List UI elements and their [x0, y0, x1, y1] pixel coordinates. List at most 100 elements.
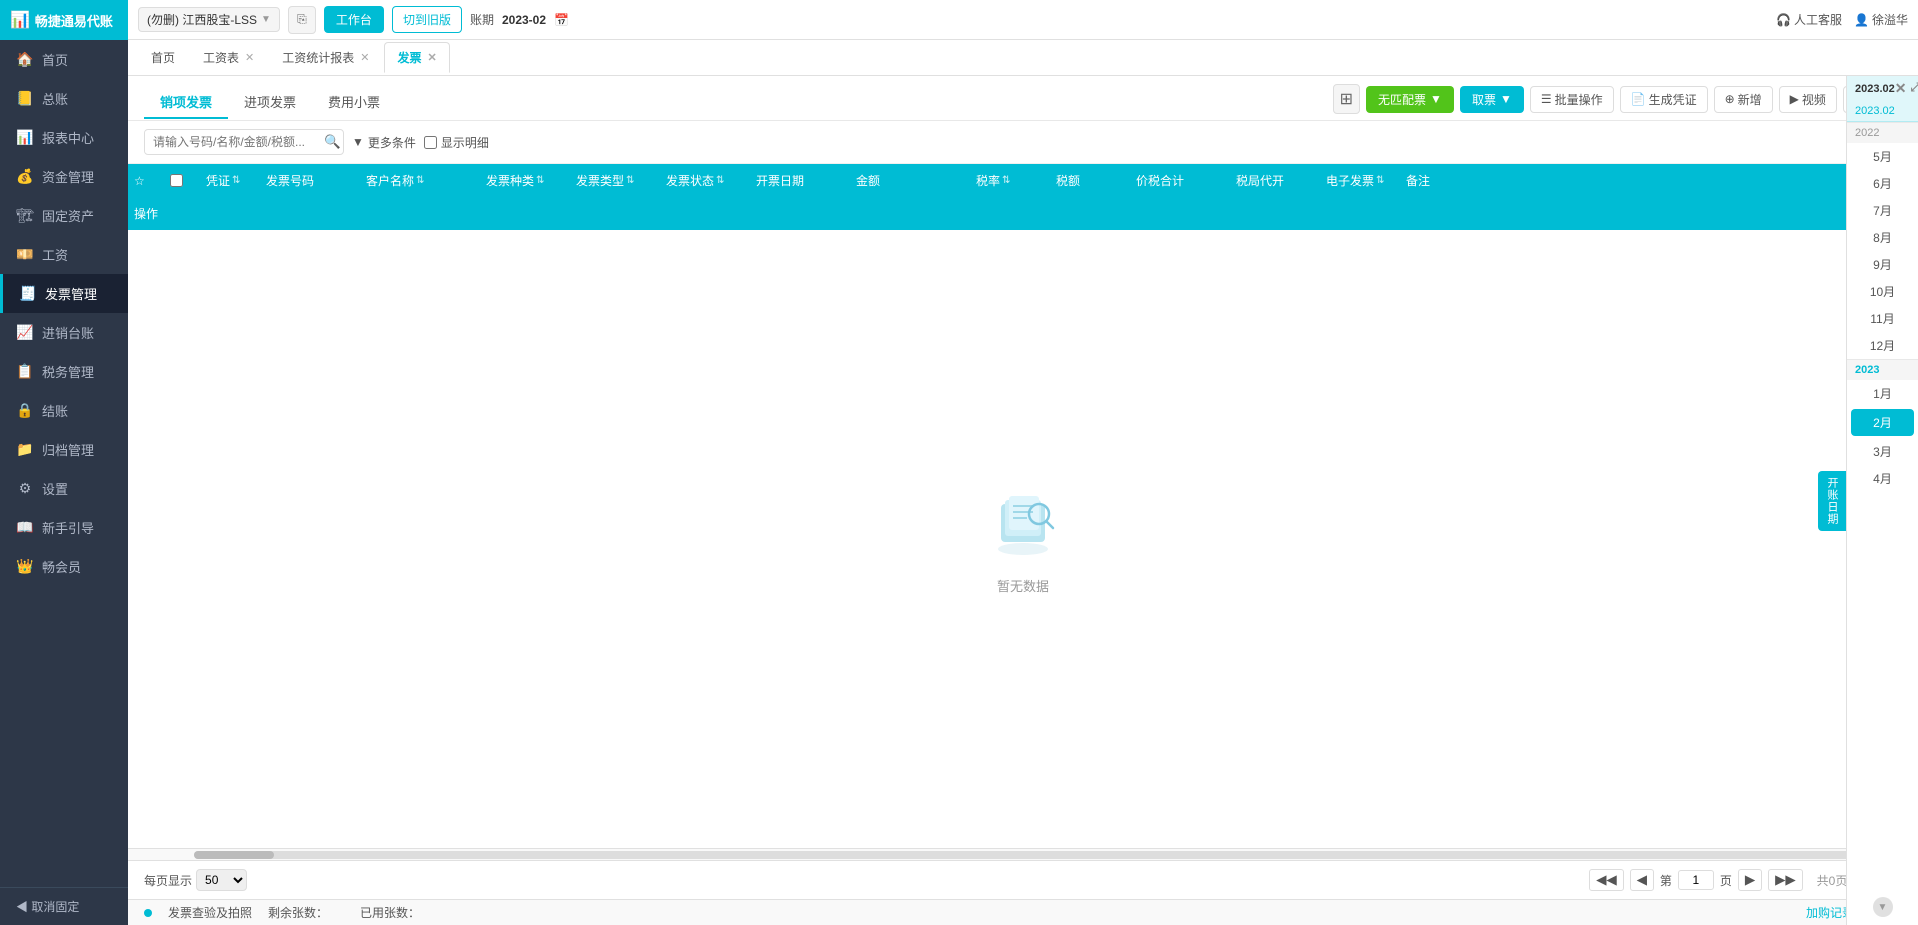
- show-detail-checkbox[interactable]: [424, 136, 437, 149]
- sidebar-item-tax[interactable]: 📋 税务管理: [0, 352, 128, 391]
- th-status-sort: ⇅: [716, 175, 724, 186]
- workbench-button[interactable]: 工作台: [324, 6, 384, 33]
- month-2023-4[interactable]: 4月: [1847, 465, 1918, 492]
- no-match-button[interactable]: 无匹配票 ▼: [1366, 86, 1454, 113]
- month-2022-11[interactable]: 11月: [1847, 305, 1918, 332]
- open-period-button[interactable]: 开账日期: [1818, 471, 1846, 531]
- sidebar-item-label: 进销台账: [42, 323, 94, 342]
- company-selector[interactable]: (勿删) 江西股宝-LSS ▼: [138, 7, 280, 32]
- tab-invoice[interactable]: 发票 ✕: [384, 42, 449, 73]
- th-amount: 金额: [850, 164, 970, 197]
- generate-voucher-label: 生成凭证: [1649, 91, 1697, 108]
- th-type-sort: ⇅: [536, 175, 544, 186]
- video-button[interactable]: ▶ 视频: [1779, 86, 1837, 113]
- tab-salary-close[interactable]: ✕: [245, 51, 254, 64]
- empty-state: 暂无数据: [128, 230, 1918, 848]
- month-2023-1[interactable]: 1月: [1847, 380, 1918, 407]
- sidebar-item-vip[interactable]: 👑 畅会员: [0, 547, 128, 586]
- batch-op-button[interactable]: ☰ 批量操作: [1530, 86, 1614, 113]
- new-button[interactable]: ⊕ 新增: [1714, 86, 1773, 113]
- used-label: 已用张数：: [360, 904, 420, 921]
- page-size-selector: 每页显示 50 100 200: [144, 869, 247, 891]
- month-2022-5[interactable]: 5月: [1847, 143, 1918, 170]
- th-e-invoice: 电子发票 ⇅: [1320, 164, 1400, 197]
- sidebar-collapse[interactable]: ◀ 取消固定: [0, 887, 128, 925]
- th-invoice-status: 发票状态 ⇅: [660, 164, 750, 197]
- take-ticket-label: 取票: [1472, 91, 1496, 108]
- sidebar-item-settings[interactable]: ⚙ 设置: [0, 469, 128, 508]
- sidebar-item-reports[interactable]: 📊 报表中心: [0, 118, 128, 157]
- month-2023-2[interactable]: 2月: [1851, 409, 1914, 436]
- month-2022-10[interactable]: 10月: [1847, 278, 1918, 305]
- select-all-checkbox[interactable]: [170, 174, 183, 187]
- th-voucher-sort: ⇅: [232, 175, 240, 186]
- content-area: 销项发票 进项发票 费用小票 ⊞ 无匹配票 ▼ 取票 ▼ ☰: [128, 76, 1918, 925]
- date-panel-maximize-button[interactable]: ⤢: [1911, 80, 1918, 97]
- month-2022-6[interactable]: 6月: [1847, 170, 1918, 197]
- tab-salary-report-label: 工资统计报表: [282, 49, 354, 66]
- service-label: 人工客服: [1794, 11, 1842, 28]
- month-2022-12[interactable]: 12月: [1847, 332, 1918, 359]
- th-action: 操作: [128, 197, 164, 230]
- sidebar-item-ledger[interactable]: 📒 总账: [0, 79, 128, 118]
- month-2022-8[interactable]: 8月: [1847, 224, 1918, 251]
- date-panel-close-button[interactable]: ✕: [1895, 80, 1907, 97]
- video-label: 视频: [1802, 91, 1826, 108]
- search-box[interactable]: 🔍: [144, 129, 344, 155]
- tax-icon: 📋: [16, 363, 34, 380]
- generate-voucher-button[interactable]: 📄 生成凭证: [1620, 86, 1708, 113]
- user-menu[interactable]: 👤 徐溢华: [1854, 11, 1908, 28]
- tab-home[interactable]: 首页: [138, 42, 188, 73]
- switch-version-button[interactable]: 切到旧版: [392, 6, 462, 33]
- headset-icon: 🎧: [1776, 13, 1791, 27]
- sidebar-item-archive[interactable]: 📁 归档管理: [0, 430, 128, 469]
- search-input[interactable]: [145, 131, 316, 153]
- table-header: ☆ 凭证 ⇅ 发票号码 客户名称 ⇅ 发票种类 ⇅: [128, 164, 1918, 230]
- copy-button[interactable]: ⎘: [288, 6, 316, 34]
- page-size-select[interactable]: 50 100 200: [196, 869, 247, 891]
- search-button[interactable]: 🔍: [316, 130, 344, 154]
- service-button[interactable]: 🎧 人工客服: [1776, 11, 1842, 28]
- tab-salary-report-close[interactable]: ✕: [360, 51, 369, 64]
- search-toolbar: 🔍 ▼ 更多条件 显示明细: [128, 121, 1918, 164]
- period-calendar-icon[interactable]: 📅: [554, 13, 569, 27]
- th-tax-rate-sort: ⇅: [1002, 175, 1010, 186]
- month-2022-9[interactable]: 9月: [1847, 251, 1918, 278]
- sidebar-item-label: 归档管理: [42, 440, 94, 459]
- month-2023-3[interactable]: 3月: [1847, 438, 1918, 465]
- filter-button[interactable]: ▼ 更多条件: [352, 134, 416, 151]
- th-invoice-category: 发票类型 ⇅: [570, 164, 660, 197]
- sidebar-item-closing[interactable]: 🔒 结账: [0, 391, 128, 430]
- sidebar-item-assets[interactable]: 🏗 固定资产: [0, 196, 128, 235]
- grid-view-button[interactable]: ⊞: [1333, 84, 1360, 114]
- page-number-input[interactable]: [1678, 870, 1714, 890]
- last-page-button[interactable]: ▶▶: [1768, 869, 1803, 891]
- take-ticket-button[interactable]: 取票 ▼: [1460, 86, 1524, 113]
- sidebar-item-guide[interactable]: 📖 新手引导: [0, 508, 128, 547]
- date-panel-scroll-down[interactable]: ▼: [1873, 897, 1893, 917]
- remain-label: 剩余张数：: [268, 904, 328, 921]
- next-page-button[interactable]: ▶: [1738, 869, 1762, 891]
- sidebar-item-label: 新手引导: [42, 518, 94, 537]
- tab-salary[interactable]: 工资表 ✕: [190, 42, 267, 73]
- sidebar-item-invoice[interactable]: 🧾 发票管理: [0, 274, 128, 313]
- sidebar-item-sales[interactable]: 📈 进销台账: [0, 313, 128, 352]
- first-page-button[interactable]: ◀◀: [1589, 869, 1624, 891]
- new-icon: ⊕: [1725, 92, 1735, 106]
- period-value: 2023-02: [502, 13, 546, 27]
- sidebar-item-funds[interactable]: 💰 资金管理: [0, 157, 128, 196]
- sidebar-item-home[interactable]: 🏠 首页: [0, 40, 128, 79]
- show-detail-checkbox-label[interactable]: 显示明细: [424, 134, 489, 151]
- tab-salary-report[interactable]: 工资统计报表 ✕: [269, 42, 382, 73]
- th-checkbox[interactable]: [164, 164, 200, 197]
- sidebar-item-label: 设置: [42, 479, 68, 498]
- sub-tab-sales-invoice[interactable]: 销项发票: [144, 86, 228, 119]
- copy-icon: ⎘: [297, 12, 307, 27]
- prev-page-button[interactable]: ◀: [1630, 869, 1654, 891]
- sub-tab-purchase-invoice[interactable]: 进项发票: [228, 86, 312, 119]
- th-invoice-type: 发票种类 ⇅: [480, 164, 570, 197]
- month-2022-7[interactable]: 7月: [1847, 197, 1918, 224]
- sidebar-item-salary[interactable]: 💴 工资: [0, 235, 128, 274]
- sub-tab-expense-receipt[interactable]: 费用小票: [312, 86, 396, 119]
- tab-invoice-close[interactable]: ✕: [428, 51, 437, 64]
